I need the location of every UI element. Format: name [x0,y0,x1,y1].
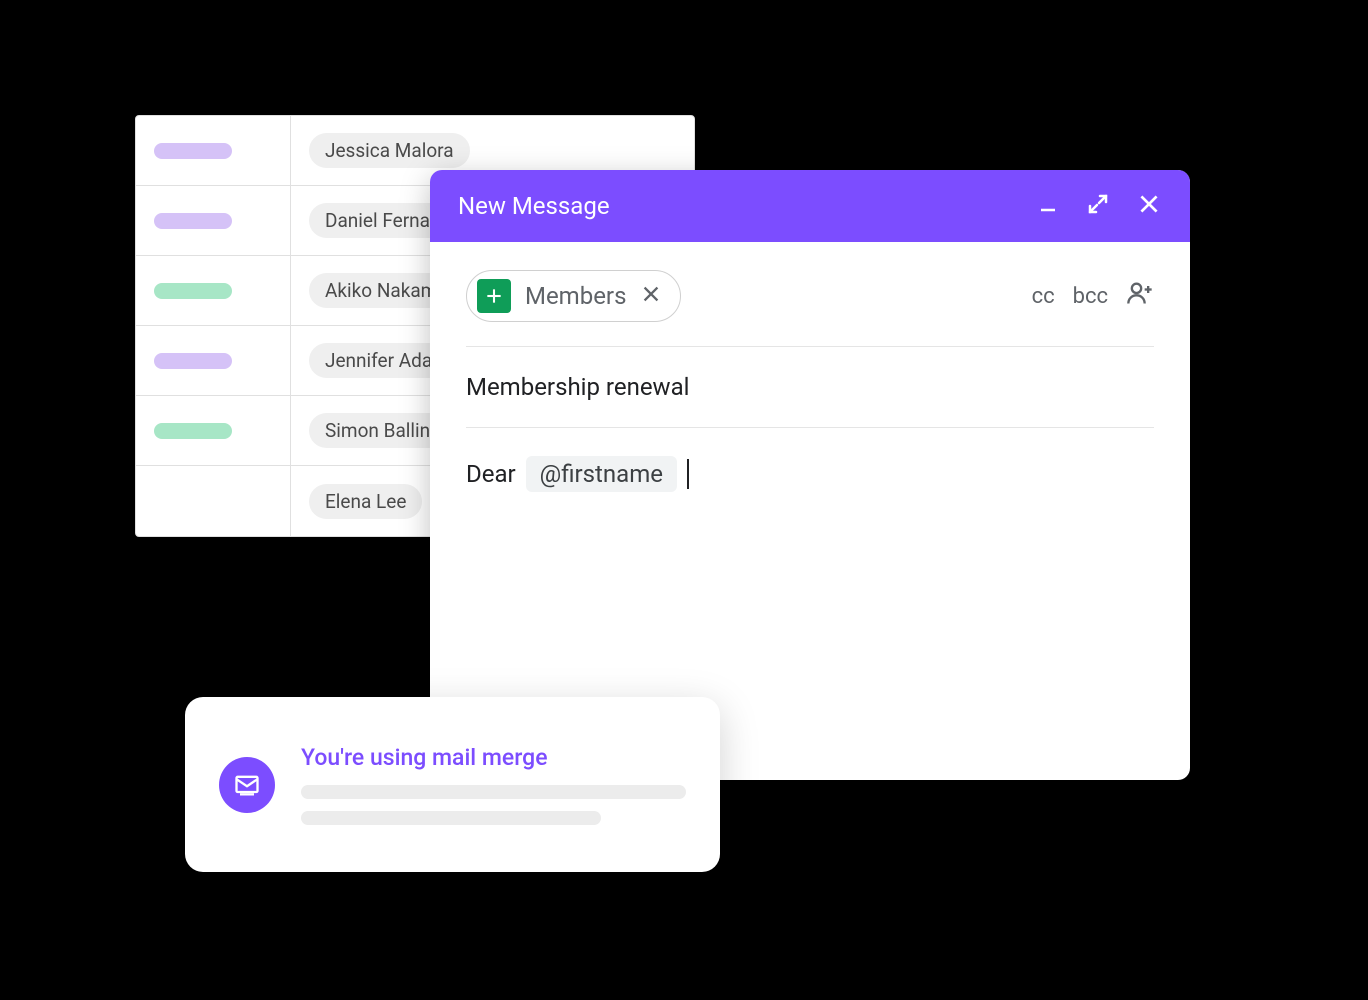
cc-button[interactable]: cc [1032,284,1055,309]
minimize-icon[interactable] [1036,192,1060,220]
placeholder-line [301,785,686,799]
recipient-chip[interactable]: Members [466,270,681,322]
add-person-icon[interactable] [1126,279,1154,313]
message-body[interactable]: Dear @firstname [466,428,1154,520]
text-cursor [687,459,689,489]
mail-merge-toast: You're using mail merge [185,697,720,872]
expand-icon[interactable] [1086,192,1110,220]
sheets-icon [477,279,511,313]
subject-input[interactable]: Membership renewal [466,347,1154,428]
bcc-button[interactable]: bcc [1073,284,1108,309]
status-pill [154,283,232,299]
status-pill [154,213,232,229]
close-icon[interactable] [1136,191,1162,221]
mail-merge-icon [219,757,275,813]
compose-header: New Message [430,170,1190,242]
status-pill [154,353,232,369]
body-text: Dear [466,460,516,488]
chip-remove-icon[interactable] [640,283,662,309]
status-pill [154,143,232,159]
merge-tag[interactable]: @firstname [526,456,677,492]
status-pill [154,423,232,439]
compose-title: New Message [458,192,610,220]
placeholder-line [301,811,601,825]
recipients-row[interactable]: Members cc bcc [466,270,1154,347]
contact-chip[interactable]: Elena Lee [309,484,422,519]
recipient-label: Members [525,282,626,310]
compose-window: New Message Members [430,170,1190,780]
toast-title: You're using mail merge [301,744,686,771]
contact-chip[interactable]: Jessica Malora [309,133,470,168]
